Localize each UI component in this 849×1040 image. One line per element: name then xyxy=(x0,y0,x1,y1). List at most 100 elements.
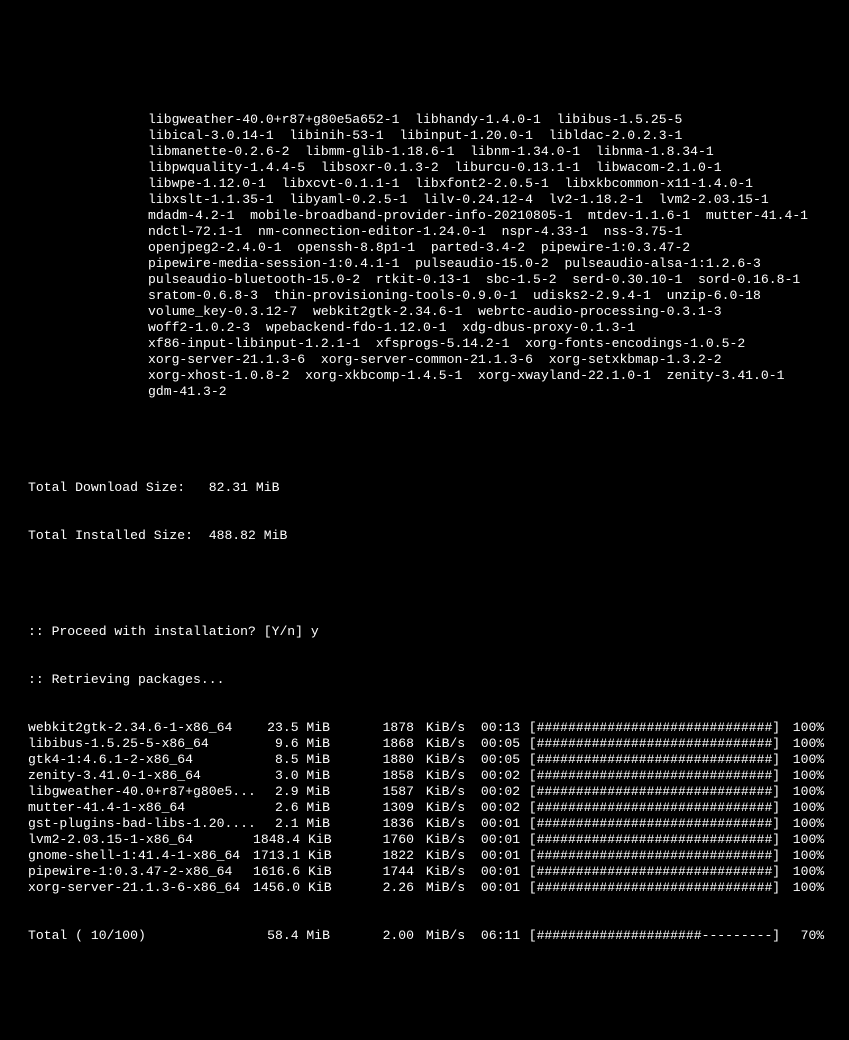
package-list-line: ndctl-72.1-1 nm-connection-editor-1.24.0… xyxy=(148,224,849,240)
download-speed-unit: KiB/s xyxy=(426,752,481,768)
download-bar: [##############################] xyxy=(529,848,780,864)
spacer xyxy=(521,832,529,848)
spacer xyxy=(418,784,426,800)
download-bar: [##############################] xyxy=(529,832,780,848)
download-size: 2.1 MiB xyxy=(253,816,338,832)
total-speed: 2.00 xyxy=(338,928,418,944)
download-time: 00:05 xyxy=(481,736,521,752)
total-label: Total ( 10/100) xyxy=(28,928,253,944)
download-bar: [##############################] xyxy=(529,864,780,880)
download-pct: 100% xyxy=(780,800,824,816)
download-pct: 100% xyxy=(780,880,824,896)
download-pct: 100% xyxy=(780,864,824,880)
download-row: zenity-3.41.0-1-x86_643.0 MiB1858 KiB/s0… xyxy=(0,768,849,784)
download-row: pipewire-1:0.3.47-2-x86_641616.6 KiB1744… xyxy=(0,864,849,880)
download-size: 23.5 MiB xyxy=(253,720,338,736)
package-list-line: pipewire-media-session-1:0.4.1-1 pulseau… xyxy=(148,256,849,272)
retrieving-line: :: Retrieving packages... xyxy=(0,672,849,688)
spacer xyxy=(521,736,529,752)
package-list-line: libmanette-0.2.6-2 libmm-glib-1.18.6-1 l… xyxy=(148,144,849,160)
download-row: lvm2-2.03.15-1-x86_641848.4 KiB1760 KiB/… xyxy=(0,832,849,848)
package-list-line: xf86-input-libinput-1.2.1-1 xfsprogs-5.1… xyxy=(148,336,849,352)
download-time: 00:02 xyxy=(481,768,521,784)
download-pct: 100% xyxy=(780,720,824,736)
package-list-line: libgweather-40.0+r87+g80e5a652-1 libhand… xyxy=(148,112,849,128)
download-name: libgweather-40.0+r87+g80e5... xyxy=(28,784,253,800)
download-pct: 100% xyxy=(780,784,824,800)
spacer xyxy=(521,848,529,864)
download-name: xorg-server-21.1.3-6-x86_64 xyxy=(28,880,253,896)
spacer xyxy=(418,800,426,816)
package-list-line: mdadm-4.2-1 mobile-broadband-provider-in… xyxy=(148,208,849,224)
download-time: 00:01 xyxy=(481,880,521,896)
download-row: gtk4-1:4.6.1-2-x86_648.5 MiB1880 KiB/s00… xyxy=(0,752,849,768)
download-name: gnome-shell-1:41.4-1-x86_64 xyxy=(28,848,253,864)
package-list-line: volume_key-0.3.12-7 webkit2gtk-2.34.6-1 … xyxy=(148,304,849,320)
package-list-line: libxslt-1.1.35-1 libyaml-0.2.5-1 lilv-0.… xyxy=(148,192,849,208)
installed-size-line: Total Installed Size: 488.82 MiB xyxy=(0,528,849,544)
package-list-line: gdm-41.3-2 xyxy=(148,384,849,400)
spacer xyxy=(418,720,426,736)
proceed-prompt: :: Proceed with installation? [Y/n] y xyxy=(0,624,849,640)
download-pct: 100% xyxy=(780,832,824,848)
download-speed: 1836 xyxy=(338,816,418,832)
download-pct: 100% xyxy=(780,736,824,752)
download-row: xorg-server-21.1.3-6-x86_641456.0 KiB2.2… xyxy=(0,880,849,896)
download-row: webkit2gtk-2.34.6-1-x86_6423.5 MiB1878 K… xyxy=(0,720,849,736)
download-time: 00:02 xyxy=(481,800,521,816)
package-list-line: libical-3.0.14-1 libinih-53-1 libinput-1… xyxy=(148,128,849,144)
download-name: libibus-1.5.25-5-x86_64 xyxy=(28,736,253,752)
download-size: 1713.1 KiB xyxy=(253,848,338,864)
download-speed-unit: KiB/s xyxy=(426,720,481,736)
download-name: lvm2-2.03.15-1-x86_64 xyxy=(28,832,253,848)
package-list-line: libwpe-1.12.0-1 libxcvt-0.1.1-1 libxfont… xyxy=(148,176,849,192)
spacer xyxy=(521,880,529,896)
spacer xyxy=(418,848,426,864)
download-pct: 100% xyxy=(780,848,824,864)
download-time: 00:05 xyxy=(481,752,521,768)
download-size: 1616.6 KiB xyxy=(253,864,338,880)
download-bar: [##############################] xyxy=(529,800,780,816)
download-pct: 100% xyxy=(780,816,824,832)
spacer xyxy=(418,832,426,848)
download-speed: 1760 xyxy=(338,832,418,848)
download-speed: 2.26 xyxy=(338,880,418,896)
download-bar: [##############################] xyxy=(529,784,780,800)
total-size: 58.4 MiB xyxy=(253,928,338,944)
spacer xyxy=(521,784,529,800)
download-size: 1848.4 KiB xyxy=(253,832,338,848)
spacer xyxy=(418,880,426,896)
download-speed-unit: KiB/s xyxy=(426,784,481,800)
total-pct: 70% xyxy=(780,928,824,944)
download-time: 00:01 xyxy=(481,864,521,880)
download-speed: 1822 xyxy=(338,848,418,864)
package-list-block: libgweather-40.0+r87+g80e5a652-1 libhand… xyxy=(0,112,849,400)
download-progress-list: webkit2gtk-2.34.6-1-x86_6423.5 MiB1878 K… xyxy=(0,720,849,896)
download-size-line: Total Download Size: 82.31 MiB xyxy=(0,480,849,496)
download-bar: [##############################] xyxy=(529,880,780,896)
package-list-line: openjpeg2-2.4.0-1 openssh-8.8p1-1 parted… xyxy=(148,240,849,256)
download-name: gtk4-1:4.6.1-2-x86_64 xyxy=(28,752,253,768)
download-name: webkit2gtk-2.34.6-1-x86_64 xyxy=(28,720,253,736)
download-speed-unit: KiB/s xyxy=(426,768,481,784)
download-row: libgweather-40.0+r87+g80e5...2.9 MiB1587… xyxy=(0,784,849,800)
download-pct: 100% xyxy=(780,768,824,784)
download-speed-unit: KiB/s xyxy=(426,864,481,880)
package-list-line: woff2-1.0.2-3 wpebackend-fdo-1.12.0-1 xd… xyxy=(148,320,849,336)
spacer xyxy=(418,736,426,752)
download-size: 2.9 MiB xyxy=(253,784,338,800)
download-speed: 1309 xyxy=(338,800,418,816)
total-speed-unit: MiB/s xyxy=(426,928,481,944)
download-speed-unit: KiB/s xyxy=(426,736,481,752)
download-name: mutter-41.4-1-x86_64 xyxy=(28,800,253,816)
download-row: gnome-shell-1:41.4-1-x86_641713.1 KiB182… xyxy=(0,848,849,864)
download-size: 9.6 MiB xyxy=(253,736,338,752)
download-row: libibus-1.5.25-5-x86_649.6 MiB1868 KiB/s… xyxy=(0,736,849,752)
download-time: 00:02 xyxy=(481,784,521,800)
download-name: pipewire-1:0.3.47-2-x86_64 xyxy=(28,864,253,880)
download-bar: [##############################] xyxy=(529,752,780,768)
download-bar: [##############################] xyxy=(529,768,780,784)
download-size: 1456.0 KiB xyxy=(253,880,338,896)
download-name: gst-plugins-bad-libs-1.20.... xyxy=(28,816,253,832)
spacer xyxy=(521,720,529,736)
